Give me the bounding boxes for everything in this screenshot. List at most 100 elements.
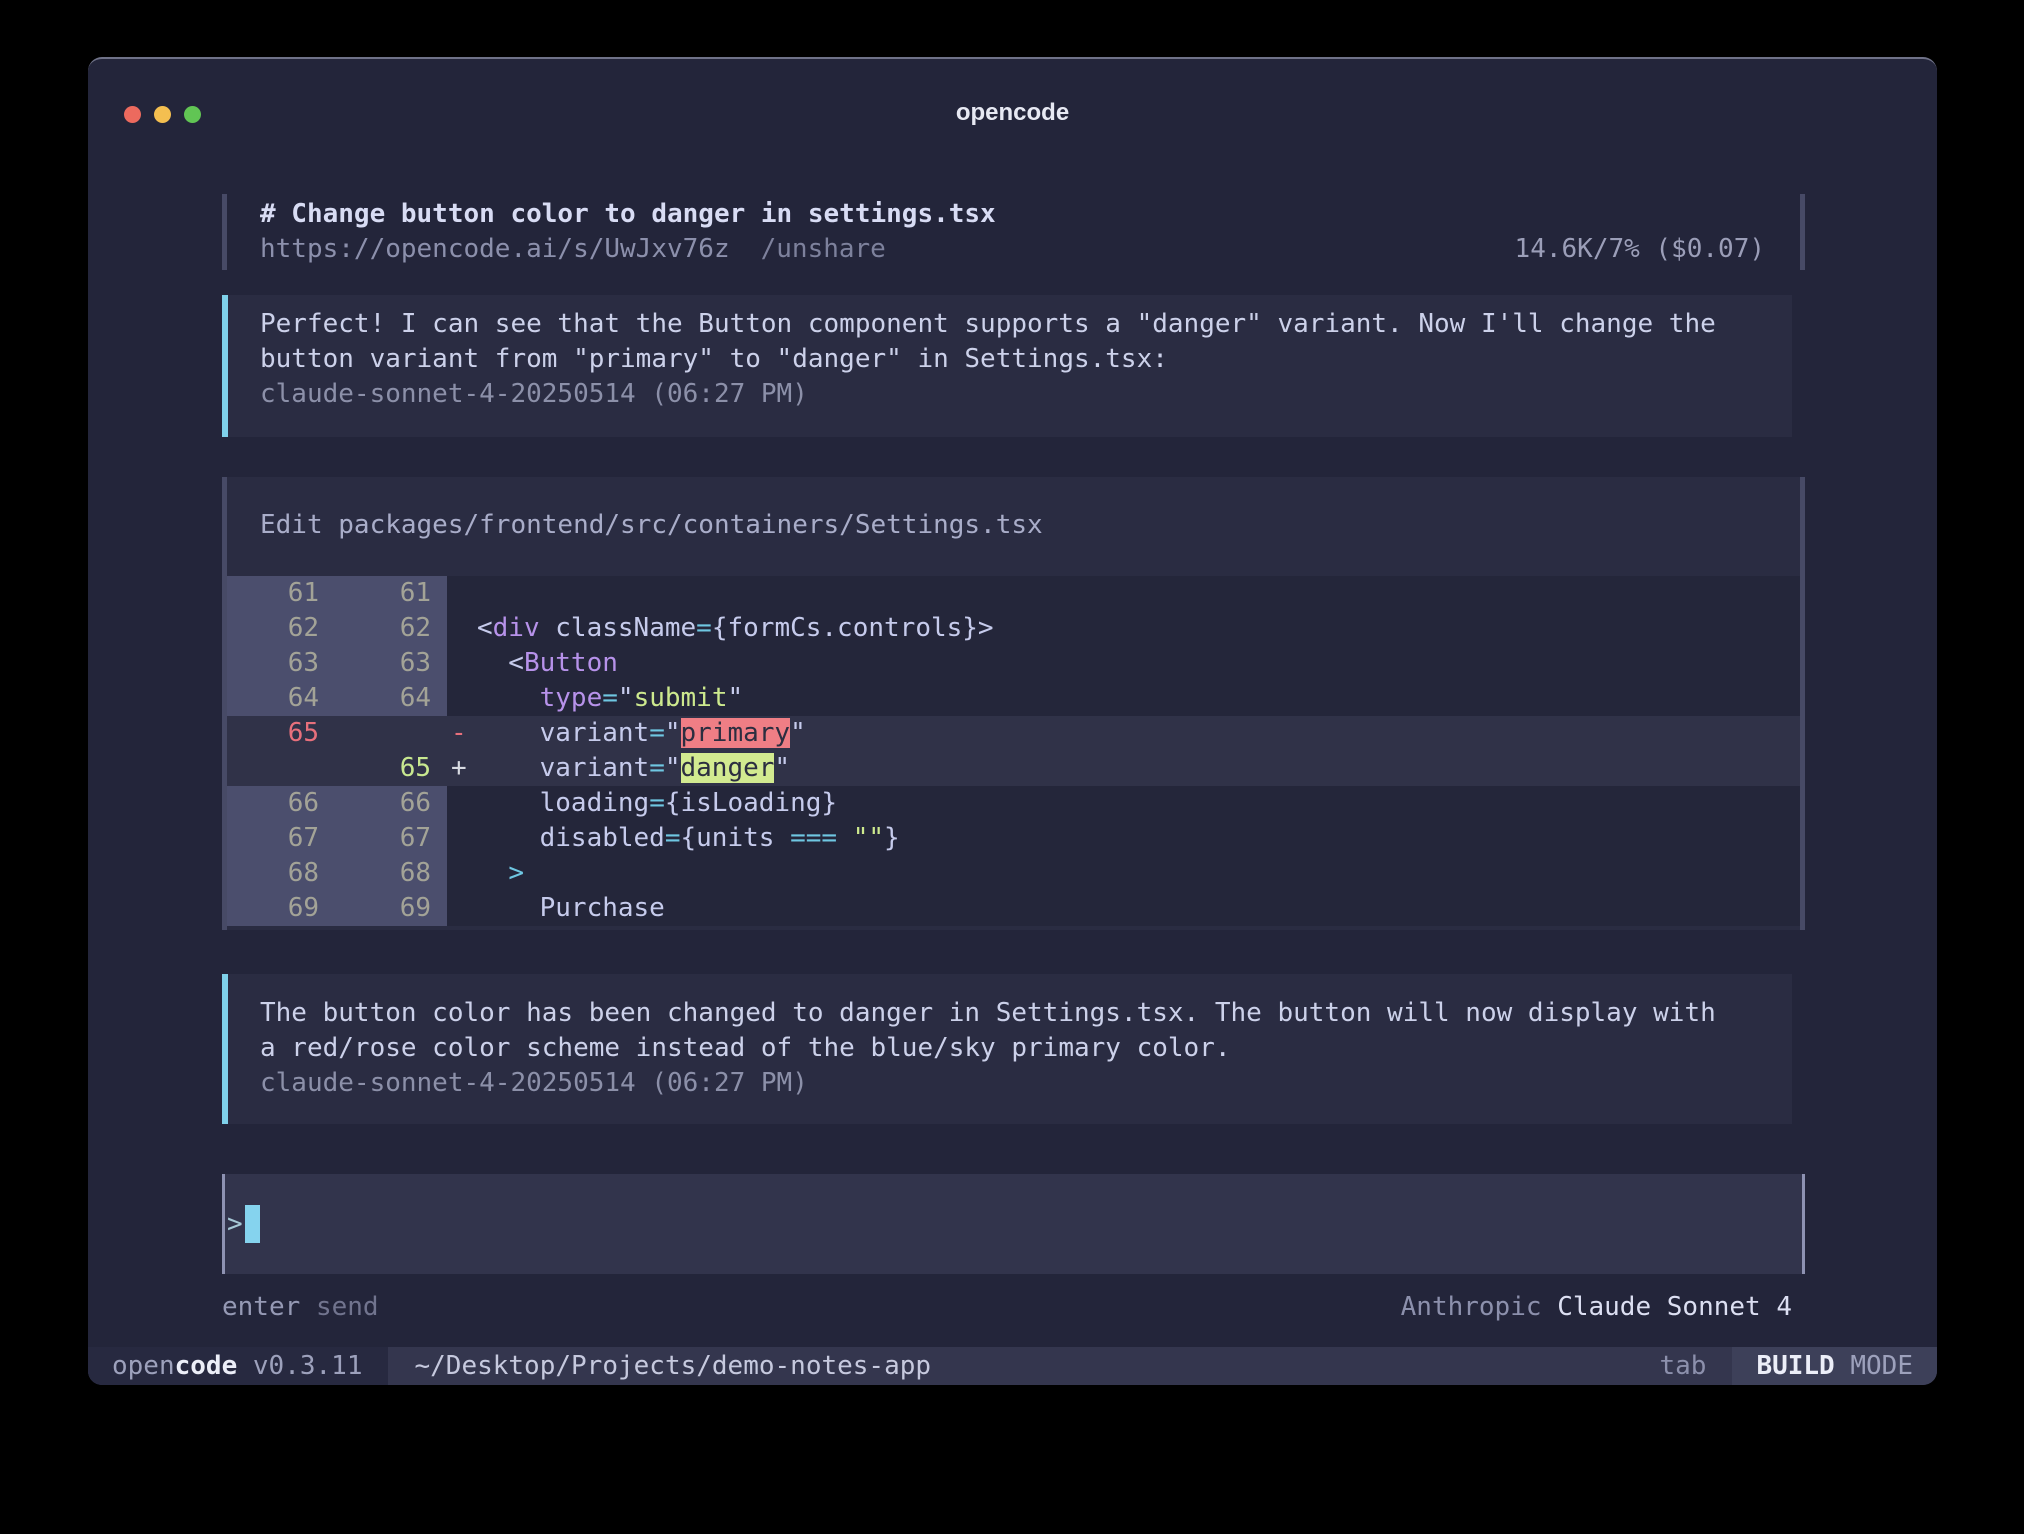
- code-token: {isLoading}: [665, 788, 837, 818]
- code-token: danger: [681, 753, 775, 783]
- code-token: ": [790, 718, 806, 748]
- code-token: <: [477, 648, 524, 678]
- app-name-open: open: [112, 1351, 175, 1381]
- code-line: disabled={units === ""}: [477, 821, 900, 856]
- message-meta: claude-sonnet-4-20250514 (06:27 PM): [260, 1066, 1792, 1101]
- code-token: ": [774, 753, 790, 783]
- tab-key-hint: tab: [1659, 1347, 1706, 1385]
- code-token: [837, 823, 853, 853]
- diff: 61616262<div className={formCs.controls}…: [227, 576, 1800, 926]
- new-line-number: 65: [319, 751, 431, 786]
- diff-sign: [447, 681, 477, 716]
- assistant-message-1: Perfect! I can see that the Button compo…: [222, 295, 1792, 437]
- code-token: }: [884, 823, 900, 853]
- diff-gutter: 6464: [227, 681, 447, 716]
- share-url-link[interactable]: https://opencode.ai/s/UwJxv76z: [260, 232, 730, 267]
- old-line-number: 69: [227, 891, 319, 926]
- code-line: variant="primary": [477, 716, 806, 751]
- code-token: loading: [477, 788, 649, 818]
- code-line: type="submit": [477, 681, 743, 716]
- code-token: variant: [477, 718, 649, 748]
- code-token: [477, 683, 540, 713]
- new-line-number: 69: [319, 891, 431, 926]
- edit-tool-header: Edit packages/frontend/src/containers/Se…: [260, 508, 1800, 543]
- diff-gutter: 6161: [227, 576, 447, 611]
- diff-gutter: 6666: [227, 786, 447, 821]
- new-line-number: 64: [319, 681, 431, 716]
- message-text-line: button variant from "primary" to "danger…: [260, 342, 1792, 377]
- code-token: Purchase: [477, 893, 665, 923]
- diff-gutter: 65: [227, 716, 447, 751]
- new-line-number: 63: [319, 646, 431, 681]
- diff-gutter: 6767: [227, 821, 447, 856]
- code-line: loading={isLoading}: [477, 786, 837, 821]
- old-line-number: [227, 751, 319, 786]
- app-badge: opencode v0.3.11: [88, 1347, 388, 1385]
- diff-sign: -: [447, 716, 477, 751]
- app-version: v0.3.11: [237, 1351, 362, 1381]
- diff-row: 6161: [227, 576, 1800, 611]
- new-line-number: 68: [319, 856, 431, 891]
- context-stats: 14.6K/7% ($0.07): [1515, 232, 1765, 267]
- code-token: ": [665, 753, 681, 783]
- diff-sign: [447, 821, 477, 856]
- window-title: opencode: [88, 99, 1937, 127]
- diff-gutter: 65: [227, 751, 447, 786]
- code-token: =: [665, 823, 681, 853]
- code-token: <: [477, 613, 493, 643]
- code-token: {formCs.controls}>: [712, 613, 994, 643]
- code-token: ===: [790, 823, 837, 853]
- old-line-number: 62: [227, 611, 319, 646]
- provider-label: Anthropic: [1401, 1290, 1558, 1325]
- edit-tool-card: Edit packages/frontend/src/containers/Se…: [222, 477, 1805, 930]
- code-token: type: [540, 683, 603, 713]
- cwd-path: ~/Desktop/Projects/demo-notes-app: [414, 1347, 931, 1385]
- code-token: div: [493, 613, 540, 643]
- mode-build-label: BUILD: [1756, 1351, 1834, 1381]
- session-title: # Change button color to danger in setti…: [260, 197, 996, 232]
- new-line-number: 67: [319, 821, 431, 856]
- diff-sign: +: [447, 751, 477, 786]
- diff-sign: [447, 646, 477, 681]
- code-token: =: [649, 718, 665, 748]
- code-line: variant="danger": [477, 751, 790, 786]
- code-token: >: [508, 858, 524, 888]
- diff-sign: [447, 611, 477, 646]
- code-token: variant: [477, 753, 649, 783]
- code-token: "": [853, 823, 884, 853]
- code-token: className: [540, 613, 697, 643]
- hint-enter-key: enter: [222, 1290, 300, 1325]
- new-line-number: [319, 716, 431, 751]
- diff-row: 6262<div className={formCs.controls}>: [227, 611, 1800, 646]
- old-line-number: 67: [227, 821, 319, 856]
- code-token: =: [649, 753, 665, 783]
- hints-row: enter send Anthropic Claude Sonnet 4: [222, 1290, 1792, 1325]
- diff-gutter: 6868: [227, 856, 447, 891]
- hint-send-label: [300, 1290, 316, 1325]
- mode-label: MODE: [1835, 1351, 1913, 1381]
- message-meta: claude-sonnet-4-20250514 (06:27 PM): [260, 377, 1792, 412]
- code-token: submit: [634, 683, 728, 713]
- code-token: =: [602, 683, 618, 713]
- old-line-number: 66: [227, 786, 319, 821]
- session-header: # Change button color to danger in setti…: [222, 194, 1805, 270]
- prompt-symbol: >: [227, 1209, 243, 1239]
- old-line-number: 68: [227, 856, 319, 891]
- prompt-input[interactable]: >: [222, 1174, 1805, 1274]
- message-text-line: The button color has been changed to dan…: [260, 996, 1792, 1031]
- diff-sign: [447, 891, 477, 926]
- diff-sign: [447, 576, 477, 611]
- hint-send-action: send: [316, 1290, 379, 1325]
- diff-row: 6666 loading={isLoading}: [227, 786, 1800, 821]
- code-token: Button: [524, 648, 618, 678]
- unshare-command[interactable]: /unshare: [761, 232, 886, 267]
- diff-row: 65+ variant="danger": [227, 751, 1800, 786]
- old-line-number: 61: [227, 576, 319, 611]
- code-token: {units: [681, 823, 791, 853]
- mode-badge: BUILD MODE: [1732, 1347, 1937, 1385]
- code-line: <Button: [477, 646, 618, 681]
- code-token: =: [696, 613, 712, 643]
- new-line-number: 61: [319, 576, 431, 611]
- old-line-number: 65: [227, 716, 319, 751]
- text-cursor: [245, 1205, 260, 1243]
